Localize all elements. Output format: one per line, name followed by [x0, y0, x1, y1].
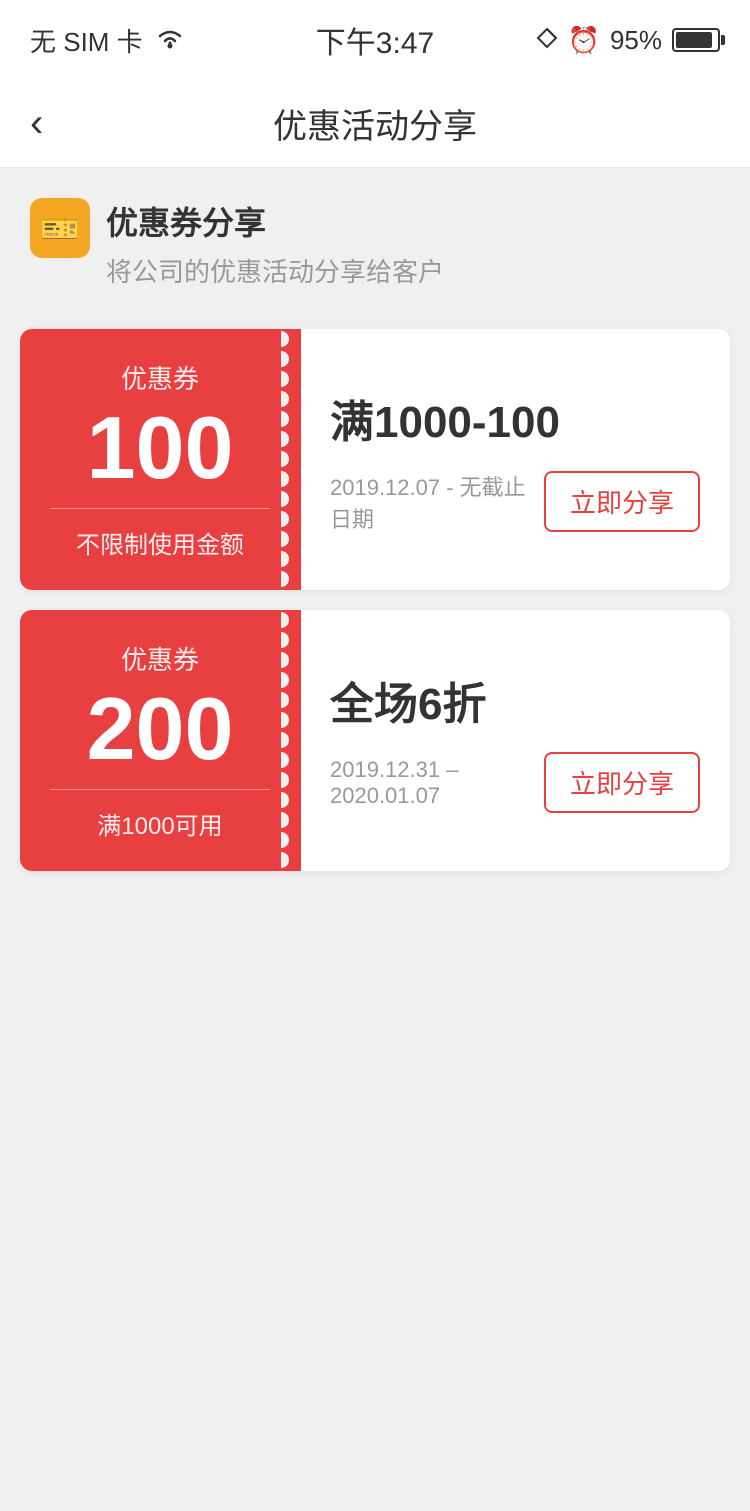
coupon-date-0: 2019.12.07 - 无截止日期	[330, 470, 544, 534]
coupon-meta-1: 2019.12.31 – 2020.01.07 立即分享	[330, 752, 700, 813]
section-icon: 🎫	[30, 198, 90, 258]
page-title: 优惠活动分享	[273, 99, 477, 148]
coupon-amount-0: 100	[87, 404, 234, 492]
coupon-name-0: 满1000-100	[330, 386, 700, 450]
coupon-label-0: 优惠券	[121, 359, 199, 396]
status-bar: 无 SIM 卡 下午3:47 ⏰ 95%	[0, 0, 750, 80]
coupon-name-1: 全场6折	[330, 668, 700, 732]
coupon-condition-1: 满1000可用	[97, 806, 222, 841]
nav-bar: ‹ 优惠活动分享	[0, 80, 750, 168]
coupon-condition-0: 不限制使用金额	[76, 525, 244, 560]
coupon-amount-1: 200	[87, 685, 234, 773]
coupon-icon: 🎫	[40, 209, 80, 247]
battery-percent: 95%	[610, 25, 662, 56]
coupon-right-1: 全场6折 2019.12.31 – 2020.01.07 立即分享	[300, 610, 730, 871]
share-button-1[interactable]: 立即分享	[544, 752, 700, 813]
coupon-label-1: 优惠券	[121, 640, 199, 677]
status-time: 下午3:47	[316, 18, 434, 62]
location-icon	[536, 25, 558, 56]
section-header: 🎫 优惠券分享 将公司的优惠活动分享给客户	[0, 168, 750, 309]
back-button[interactable]: ‹	[30, 101, 43, 146]
section-text-group: 优惠券分享 将公司的优惠活动分享给客户	[106, 198, 444, 289]
section-subtitle: 将公司的优惠活动分享给客户	[106, 252, 444, 289]
carrier-label: 无 SIM 卡	[30, 22, 143, 59]
battery-fill	[676, 32, 712, 48]
coupon-right-0: 满1000-100 2019.12.07 - 无截止日期 立即分享	[300, 329, 730, 590]
coupon-date-1: 2019.12.31 – 2020.01.07	[330, 757, 544, 809]
empty-area	[0, 911, 750, 1511]
coupon-left-1: 优惠券 200 满1000可用	[20, 610, 300, 871]
wifi-icon	[155, 25, 185, 56]
status-right: ⏰ 95%	[536, 25, 720, 56]
status-left: 无 SIM 卡	[30, 22, 185, 59]
alarm-icon: ⏰	[568, 25, 600, 56]
coupon-card: 优惠券 100 不限制使用金额 满1000-100 2019.12.07 - 无…	[20, 329, 730, 590]
coupon-divider-1	[50, 789, 270, 790]
coupon-meta-0: 2019.12.07 - 无截止日期 立即分享	[330, 470, 700, 534]
battery-icon	[672, 28, 720, 52]
coupon-left-0: 优惠券 100 不限制使用金额	[20, 329, 300, 590]
coupon-card-1: 优惠券 200 满1000可用 全场6折 2019.12.31 – 2020.0…	[20, 610, 730, 871]
share-button-0[interactable]: 立即分享	[544, 471, 700, 532]
coupon-list: 优惠券 100 不限制使用金额 满1000-100 2019.12.07 - 无…	[0, 309, 750, 911]
coupon-divider-0	[50, 508, 270, 509]
section-title: 优惠券分享	[106, 198, 444, 244]
